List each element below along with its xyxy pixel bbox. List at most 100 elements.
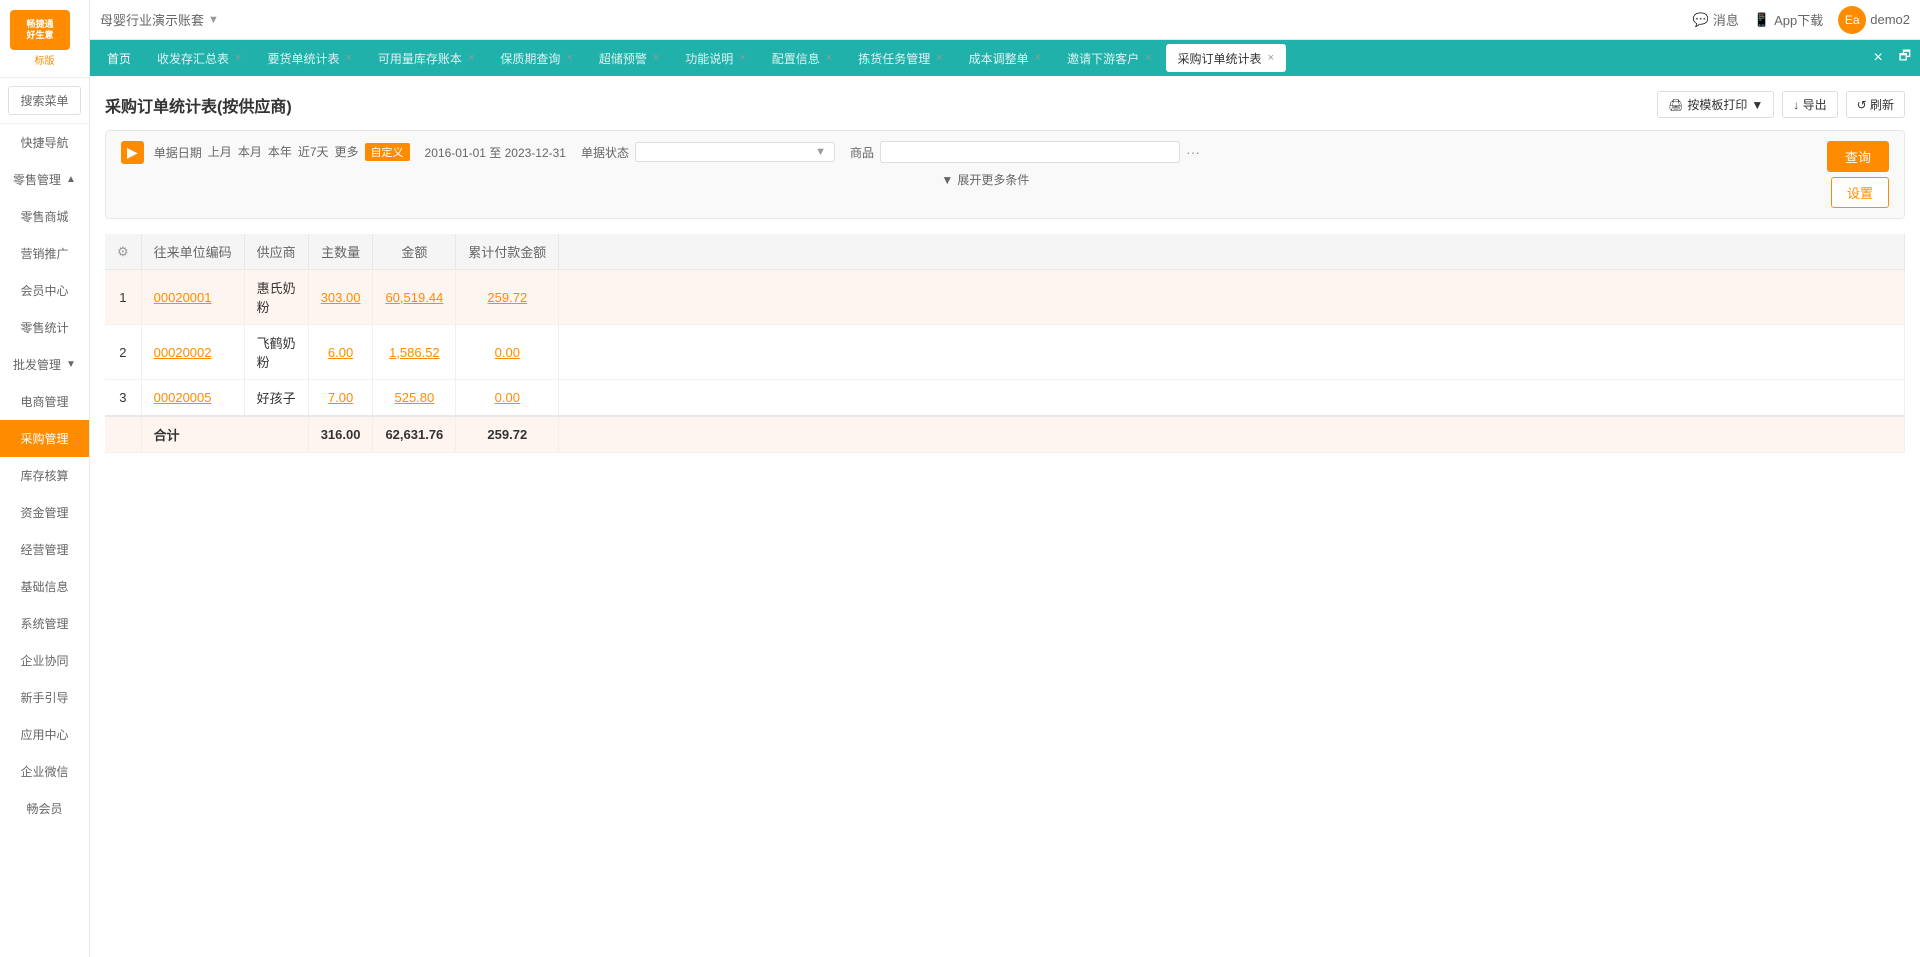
tab-home[interactable]: 首页 xyxy=(95,44,143,72)
sidebar-item-sys-manage[interactable]: 系统管理 xyxy=(0,605,89,642)
close-icon[interactable]: × xyxy=(1268,52,1274,64)
sidebar-item-retail[interactable]: 零售管理 ▲ xyxy=(0,161,89,198)
tab-config-info[interactable]: 配置信息 × xyxy=(760,44,844,72)
close-icon[interactable]: × xyxy=(1145,52,1151,64)
sidebar-item-new-guide[interactable]: 新手引导 xyxy=(0,679,89,716)
qty-link[interactable]: 303.00 xyxy=(321,290,361,305)
paid-link[interactable]: 0.00 xyxy=(495,345,520,360)
close-icon[interactable]: × xyxy=(653,52,659,64)
workspace-selector[interactable]: 母婴行业演示账套 ▼ xyxy=(100,10,219,29)
status-select[interactable]: ▼ xyxy=(635,142,835,162)
close-tab-button[interactable]: × xyxy=(1869,49,1886,67)
code-link[interactable]: 00020005 xyxy=(154,390,212,405)
refresh-button[interactable]: ↺ 刷新 xyxy=(1846,91,1905,118)
tab-invite-customer[interactable]: 邀请下游客户 × xyxy=(1055,44,1163,72)
user-area[interactable]: Ea demo2 xyxy=(1838,6,1910,34)
sidebar-item-label: 系统管理 xyxy=(20,615,68,632)
row-extra xyxy=(559,270,1905,325)
sidebar-item-enterprise[interactable]: 企业协同 xyxy=(0,642,89,679)
sidebar-item-ecommerce[interactable]: 电商管理 xyxy=(0,383,89,420)
shortcut-this-year[interactable]: 本年 xyxy=(268,143,292,161)
goods-input[interactable] xyxy=(880,141,1180,163)
restore-window-button[interactable]: 🗗 xyxy=(1895,47,1915,69)
close-icon[interactable]: × xyxy=(936,52,942,64)
shortcut-7-days[interactable]: 近7天 xyxy=(298,143,329,161)
template-print-button[interactable]: 🖨 按模板打印 ▼ xyxy=(1657,91,1774,118)
custom-date-tag[interactable]: 自定义 xyxy=(365,143,410,161)
tab-receive-summary[interactable]: 收发存汇总表 × xyxy=(145,44,253,72)
sidebar-item-retail-stats[interactable]: 零售统计 xyxy=(0,309,89,346)
close-icon[interactable]: × xyxy=(468,52,474,64)
sidebar-item-retail-shop[interactable]: 零售商城 xyxy=(0,198,89,235)
more-filter-icon[interactable]: ··· xyxy=(1186,144,1200,160)
row-code: 00020001 xyxy=(141,270,244,325)
shortcut-this-month[interactable]: 本月 xyxy=(238,143,262,161)
setting-button[interactable]: 设置 xyxy=(1831,177,1889,208)
shortcut-more[interactable]: 更多 xyxy=(335,143,359,161)
tab-purchase-stats[interactable]: 要货单统计表 × xyxy=(255,44,363,72)
tab-purchase-order-stats[interactable]: 采购订单统计表 × xyxy=(1166,44,1286,72)
sidebar-item-basic-info[interactable]: 基础信息 xyxy=(0,568,89,605)
app-download-button[interactable]: 📱 App下载 xyxy=(1754,10,1823,29)
sidebar-item-app-center[interactable]: 应用中心 xyxy=(0,716,89,753)
close-icon[interactable]: × xyxy=(826,52,832,64)
sidebar-item-inventory[interactable]: 库存核算 xyxy=(0,457,89,494)
refresh-label: 刷新 xyxy=(1870,98,1894,112)
close-icon[interactable]: × xyxy=(345,52,351,64)
expand-filter-button[interactable]: ▼ 展开更多条件 xyxy=(154,171,1817,188)
sidebar-item-member2[interactable]: 畅会员 xyxy=(0,790,89,827)
export-icon: ↓ xyxy=(1793,98,1799,112)
amount-link[interactable]: 60,519.44 xyxy=(385,290,443,305)
code-link[interactable]: 00020001 xyxy=(154,290,212,305)
close-icon[interactable]: × xyxy=(1035,52,1041,64)
table-area: ⚙ 往来单位编码 供应商 主数量 金额 累计付款金额 1 xyxy=(105,234,1905,453)
sidebar-item-operations[interactable]: 经营管理 xyxy=(0,531,89,568)
gear-icon[interactable]: ⚙ xyxy=(117,244,129,260)
amount-link[interactable]: 1,586.52 xyxy=(389,345,440,360)
messages-button[interactable]: 💬 消息 xyxy=(1693,10,1739,29)
filter-collapse-button[interactable]: ▶ xyxy=(121,141,144,164)
sidebar-item-wholesale[interactable]: 批发管理 ▼ xyxy=(0,346,89,383)
footer-extra xyxy=(559,416,1905,453)
tab-cost-adjust[interactable]: 成本调整单 × xyxy=(957,44,1053,72)
paid-link[interactable]: 0.00 xyxy=(495,390,520,405)
message-icon: 💬 xyxy=(1693,12,1709,28)
sidebar-item-label: 企业微信 xyxy=(20,763,68,780)
sidebar-item-purchase[interactable]: 采购管理 xyxy=(0,420,89,457)
expand-label: 展开更多条件 xyxy=(957,171,1029,188)
export-button[interactable]: ↓ 导出 xyxy=(1782,91,1837,118)
sidebar-item-finance[interactable]: 资金管理 xyxy=(0,494,89,531)
close-icon[interactable]: × xyxy=(566,52,572,64)
row-amount: 525.80 xyxy=(373,380,456,417)
table-header-row: ⚙ 往来单位编码 供应商 主数量 金额 累计付款金额 xyxy=(105,234,1905,270)
paid-link[interactable]: 259.72 xyxy=(487,290,527,305)
sidebar-item-enterprise-wechat[interactable]: 企业微信 xyxy=(0,753,89,790)
sidebar-item-member[interactable]: 会员中心 xyxy=(0,272,89,309)
col-supplier: 供应商 xyxy=(244,234,308,270)
search-menu-button[interactable]: 搜索菜单 xyxy=(8,86,81,115)
close-icon[interactable]: × xyxy=(739,52,745,64)
tab-label: 收发存汇总表 xyxy=(157,50,229,67)
tab-available-stock[interactable]: 可用量库存账本 × xyxy=(366,44,486,72)
tab-function-desc[interactable]: 功能说明 × xyxy=(673,44,757,72)
tab-pick-task[interactable]: 拣货任务管理 × xyxy=(846,44,954,72)
main-area: 母婴行业演示账套 ▼ 💬 消息 📱 App下载 Ea demo2 首页 收发存汇… xyxy=(90,0,1920,957)
tab-label: 采购订单统计表 xyxy=(1178,50,1262,67)
username: demo2 xyxy=(1870,12,1910,27)
qty-link[interactable]: 7.00 xyxy=(328,390,353,405)
close-icon[interactable]: × xyxy=(235,52,241,64)
sidebar-item-marketing[interactable]: 营销推广 xyxy=(0,235,89,272)
row-no: 1 xyxy=(105,270,141,325)
sidebar-search-area: 搜索菜单 xyxy=(0,78,89,124)
qty-link[interactable]: 6.00 xyxy=(328,345,353,360)
amount-link[interactable]: 525.80 xyxy=(394,390,434,405)
sidebar-item-label: 快捷导航 xyxy=(20,134,68,151)
tab-expiry-query[interactable]: 保质期查询 × xyxy=(488,44,584,72)
footer-empty xyxy=(105,416,141,453)
sidebar-item-quick-nav[interactable]: 快捷导航 xyxy=(0,124,89,161)
row-supplier: 飞鹤奶粉 xyxy=(244,325,308,380)
code-link[interactable]: 00020002 xyxy=(154,345,212,360)
tab-overstock-warning[interactable]: 超储预警 × xyxy=(587,44,671,72)
shortcut-last-month[interactable]: 上月 xyxy=(208,143,232,161)
query-button[interactable]: 查询 xyxy=(1827,141,1889,172)
